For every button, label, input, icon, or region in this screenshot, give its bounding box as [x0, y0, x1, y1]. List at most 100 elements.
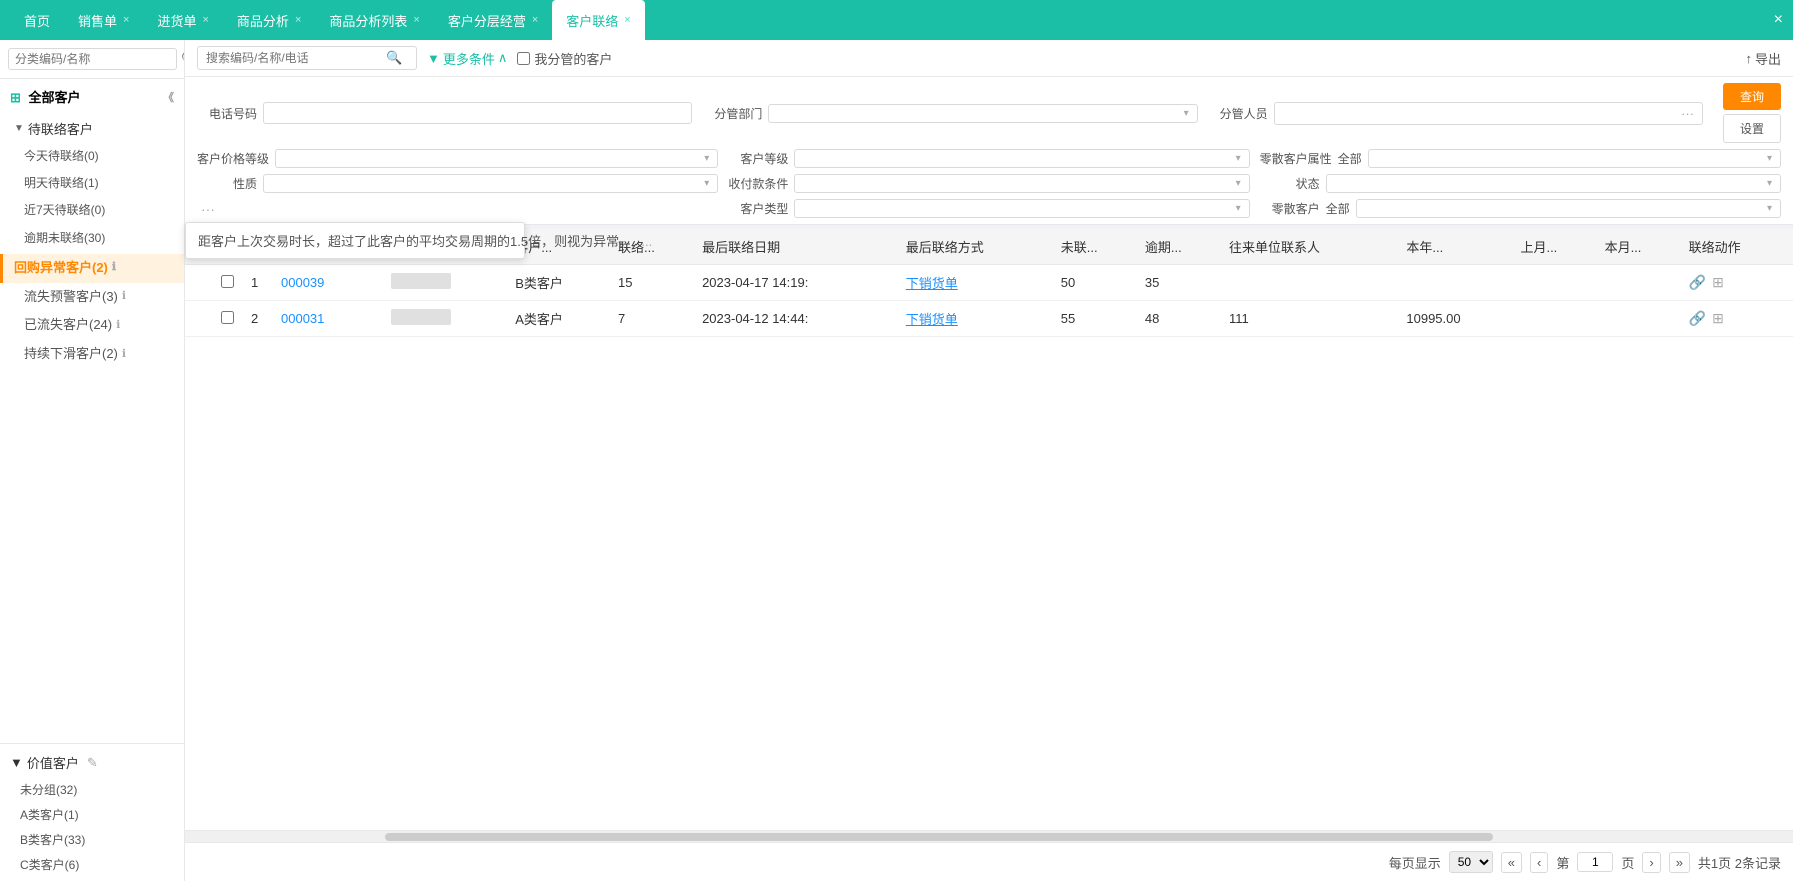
filter-select-payment[interactable]: ▾ — [794, 174, 1249, 193]
filter-label-manager: 分管人员 — [1208, 105, 1268, 122]
sidebar-item-7days[interactable]: 近7天待联络(0) — [0, 197, 184, 224]
filter-row-3: 性质 ▾ 收付款条件 ▾ 状态 ▾ — [197, 174, 1781, 193]
col-overdue-header[interactable]: 逾期... — [1139, 229, 1223, 265]
row2-link-icon[interactable]: 🔗 — [1689, 310, 1706, 327]
sidebar-item-today[interactable]: 今天待联络(0) — [0, 143, 184, 170]
prev-page-btn[interactable]: ‹ — [1530, 852, 1548, 873]
search-input[interactable] — [206, 51, 386, 65]
close-all-tabs[interactable]: × — [1774, 11, 1783, 29]
declining-info-icon: ℹ — [122, 346, 126, 364]
sidebar-item-tomorrow[interactable]: 明天待联络(1) — [0, 170, 184, 197]
row2-code[interactable]: 000031 — [275, 301, 385, 337]
tooltip-more-icon[interactable]: ... — [641, 234, 652, 249]
sidebar-all-customers[interactable]: ⊞ 全部客户 《 — [0, 79, 184, 114]
row2-last-method[interactable]: 下销货单 — [900, 301, 1055, 337]
nav-analysis[interactable]: 商品分析 × — [223, 0, 315, 40]
nav-analysis-list-close[interactable]: × — [413, 14, 419, 26]
filter-select-customer-grade[interactable]: ▾ — [794, 149, 1249, 168]
filter-input-phone[interactable] — [263, 102, 692, 124]
filter-select-price-tier[interactable]: ▾ — [275, 149, 718, 168]
value-group-edit-icon[interactable]: ✎ — [87, 755, 98, 771]
sidebar-collapse-icon[interactable]: 《 — [163, 89, 174, 105]
nav-customer-contact[interactable]: 客户联络 × — [552, 0, 644, 40]
table-body: 1 000039 B类客户 15 2023-04-17 14:19: 下销货单 … — [185, 265, 1793, 337]
filter-select-customer-type[interactable]: ▾ — [794, 199, 1249, 218]
row1-actions: 🔗 ⊞ — [1683, 265, 1793, 301]
row1-code[interactable]: 000039 — [275, 265, 385, 301]
settings-button[interactable]: 设置 — [1723, 114, 1781, 143]
sidebar-item-repurchase-abnormal[interactable]: 回购异常客户(2) ℹ — [0, 254, 184, 283]
sidebar-item-overdue[interactable]: 逾期未联络(30) — [0, 225, 184, 252]
nav-sales[interactable]: 销售单 × — [64, 0, 143, 40]
top-navigation: 首页 销售单 × 进货单 × 商品分析 × 商品分析列表 × 客户分层经营 × … — [0, 0, 1793, 40]
col-last-date-header[interactable]: 最后联络日期 — [696, 229, 900, 265]
nav-home[interactable]: 首页 — [10, 0, 64, 40]
row2-grid-icon[interactable]: ⊞ — [1712, 310, 1724, 327]
search-icon[interactable]: 🔍 — [386, 50, 402, 66]
row2-not-contacted: 55 — [1055, 301, 1139, 337]
col-this-year-header[interactable]: 本年... — [1400, 229, 1514, 265]
filter-row-2: 客户价格等级 ▾ 客户等级 ▾ 零散客户属性 全部 ▾ — [197, 149, 1781, 168]
value-group-arrow: ▼ — [10, 755, 23, 770]
filter-select-retail-customer[interactable]: ▾ — [1356, 199, 1781, 218]
sidebar-item-class-a[interactable]: A类客户(1) — [0, 802, 184, 827]
sidebar-search-input[interactable] — [8, 48, 177, 70]
more-conditions-btn[interactable]: ▼ 更多条件 ∧ — [427, 49, 507, 68]
col-related-person-header[interactable]: 往来单位联系人 — [1223, 229, 1400, 265]
row2-settings — [185, 301, 215, 337]
row2-checkbox[interactable] — [215, 301, 245, 337]
filter-cell-nature: 性质 ▾ — [197, 174, 718, 193]
first-page-btn[interactable]: « — [1501, 852, 1522, 873]
nav-customer-contact-close[interactable]: × — [624, 14, 630, 26]
filter-bar: 🔍 ▼ 更多条件 ∧ 我分管的客户 ↑ 导出 — [185, 40, 1793, 77]
filter-select-department[interactable]: ▾ — [768, 104, 1197, 123]
filter-select-manager[interactable]: ··· — [1274, 102, 1703, 125]
sidebar-value-group-title[interactable]: ▼ 价值客户 ✎ — [0, 748, 184, 777]
row1-grid-icon[interactable]: ⊞ — [1712, 274, 1724, 291]
row2-actions: 🔗 ⊞ — [1683, 301, 1793, 337]
row1-link-icon[interactable]: 🔗 — [1689, 274, 1706, 291]
nav-analysis-close[interactable]: × — [295, 14, 301, 26]
filter-select-nature[interactable]: ▾ — [263, 174, 718, 193]
next-page-btn[interactable]: › — [1642, 852, 1660, 873]
col-not-contacted-header[interactable]: 未联... — [1055, 229, 1139, 265]
page-size-select[interactable]: 50 — [1449, 851, 1493, 873]
last-page-btn[interactable]: » — [1669, 852, 1690, 873]
col-last-month-header[interactable]: 上月... — [1514, 229, 1598, 265]
sidebar-item-ungrouped[interactable]: 未分组(32) — [0, 777, 184, 802]
query-button[interactable]: 查询 — [1723, 83, 1781, 110]
sidebar-item-class-c[interactable]: C类客户(6) — [0, 852, 184, 877]
row1-checkbox-input[interactable] — [221, 275, 234, 288]
page-input[interactable] — [1577, 852, 1613, 872]
row2-checkbox-input[interactable] — [221, 311, 234, 324]
filter-ellipsis-btn[interactable]: ··· — [197, 201, 219, 217]
filter-select-retail-attr[interactable]: ▾ — [1368, 149, 1781, 168]
nav-purchase[interactable]: 进货单 × — [143, 0, 222, 40]
row1-contacts: 15 — [612, 265, 696, 301]
horizontal-scrollbar[interactable] — [185, 830, 1793, 842]
sidebar-item-class-b[interactable]: B类客户(33) — [0, 827, 184, 852]
filter-label-department: 分管部门 — [702, 105, 762, 122]
filter-cell-retail-attr: 零散客户属性 全部 ▾ — [1260, 149, 1781, 168]
sidebar-item-lost-warning[interactable]: 流失预警客户(3) ℹ — [0, 283, 184, 312]
row1-last-method[interactable]: 下销货单 — [900, 265, 1055, 301]
scrollbar-thumb[interactable] — [385, 833, 1493, 841]
col-this-month-header[interactable]: 本月... — [1599, 229, 1683, 265]
filter-label-customer-type: 客户类型 — [728, 200, 788, 217]
export-button[interactable]: ↑ 导出 — [1745, 49, 1781, 68]
filter-select-status[interactable]: ▾ — [1326, 174, 1781, 193]
nav-analysis-list[interactable]: 商品分析列表 × — [315, 0, 433, 40]
row1-checkbox[interactable] — [215, 265, 245, 301]
nav-customer-segments-close[interactable]: × — [532, 14, 538, 26]
dots-icon: ··· — [1681, 106, 1694, 121]
sidebar-item-declining[interactable]: 持续下滑客户(2) ℹ — [0, 340, 184, 369]
sidebar-item-lost-customers[interactable]: 已流失客户(24) ℹ — [0, 311, 184, 340]
col-last-method-header[interactable]: 最后联络方式 — [900, 229, 1055, 265]
row2-this-year: 10995.00 — [1400, 301, 1514, 337]
sidebar-group-pending-title[interactable]: ▼ 待联络客户 — [0, 114, 184, 143]
sidebar-search-area: 🔍 — [0, 40, 184, 79]
my-customers-checkbox[interactable] — [517, 52, 530, 65]
nav-sales-close[interactable]: × — [123, 14, 129, 26]
nav-customer-segments[interactable]: 客户分层经营 × — [434, 0, 552, 40]
nav-purchase-close[interactable]: × — [202, 14, 208, 26]
